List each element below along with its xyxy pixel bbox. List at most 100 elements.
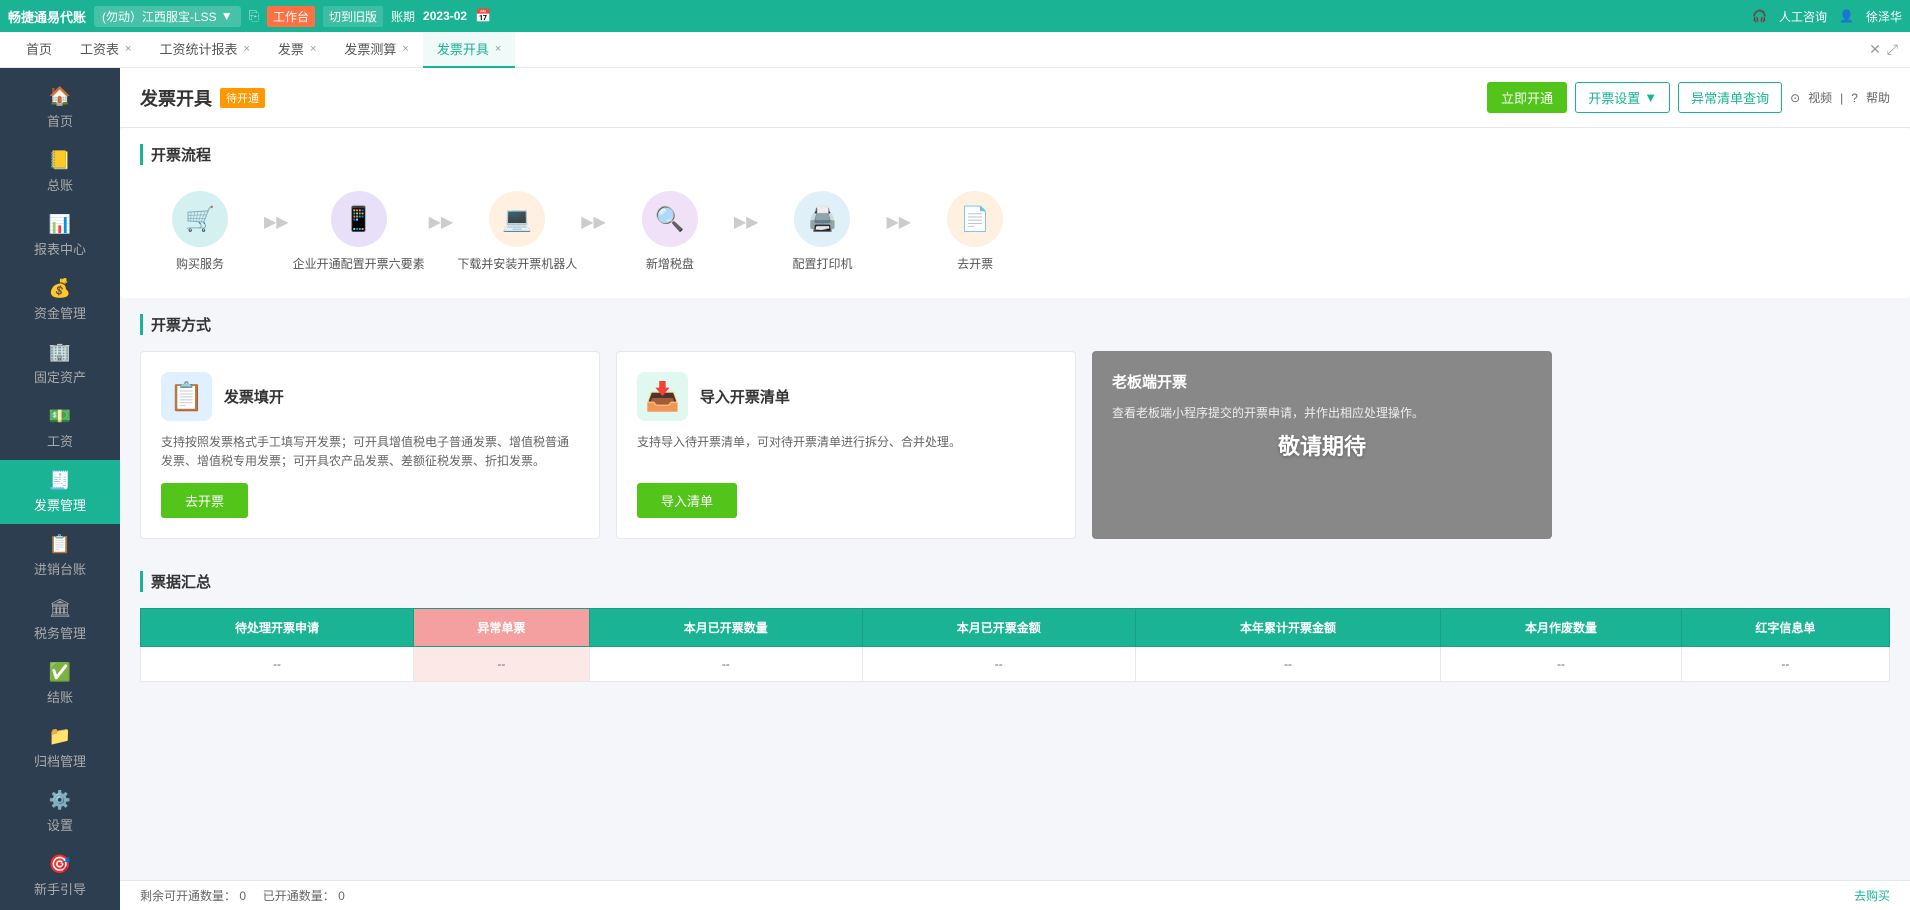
fill-card: 📋 发票填开 支持按照发票格式手工填写开发票；可开具增值税电子普通发票、增值税普…: [140, 351, 600, 539]
tab-invoice-tool[interactable]: 发票开具 ×: [423, 32, 515, 68]
fill-card-desc: 支持按照发票格式手工填写开发票；可开具增值税电子普通发票、增值税普通发票、增值税…: [161, 433, 579, 471]
tab-salary-report-close[interactable]: ×: [243, 43, 249, 55]
process-steps: 🛒 购买服务 ▶▶ 📱 企业开通配置开票六要素 ▶▶ 💻 下载并安装: [140, 181, 1890, 282]
tab-home[interactable]: 首页: [12, 32, 66, 68]
step-download-icon-circle: 💻: [489, 191, 545, 247]
top-bar-left: 畅捷通易代账 (勿动）江西服宝-LSS ▼ ⎘ 工作台 切到旧版 账期 2023…: [8, 6, 491, 27]
col-pending: 待处理开票申请: [141, 609, 414, 647]
step-buy: 🛒 购买服务: [140, 191, 260, 272]
sidebar-item-funds[interactable]: 💰 资金管理: [0, 268, 120, 332]
settlement-icon: ✅: [49, 662, 71, 683]
step-buy-icon-circle: 🛒: [172, 191, 228, 247]
sidebar-item-assets[interactable]: 🏢 固定资产: [0, 332, 120, 396]
summary-section: 票据汇总 待处理开票申请 异常单票 本月已开票数量 本月已开票金额 本年累计开票…: [120, 571, 1910, 706]
step-printer-label: 配置打印机: [792, 255, 852, 272]
tab-salary-close[interactable]: ×: [125, 43, 131, 55]
tab-invoice-tool-close[interactable]: ×: [495, 43, 501, 55]
remaining-label: 剩余可开通数量：: [140, 889, 236, 903]
guide-icon: 🎯: [49, 854, 71, 875]
workstation-button[interactable]: 工作台: [267, 6, 315, 27]
step-add-disk: 🔍 新增税盘: [610, 191, 730, 272]
user-service-label[interactable]: 人工咨询: [1779, 8, 1827, 25]
tab-salary[interactable]: 工资表 ×: [66, 32, 145, 68]
methods-section: 开票方式 📋 发票填开 支持按照发票格式手工填写开发票；可开具增值税电子普通发票…: [120, 298, 1910, 571]
sidebar-guide-label: 新手引导: [34, 879, 86, 898]
help-label[interactable]: 帮助: [1866, 89, 1890, 106]
sidebar-item-ledger[interactable]: 📒 总账: [0, 140, 120, 204]
assets-icon: 🏢: [49, 342, 71, 363]
salary-icon: 💵: [49, 406, 71, 427]
old-portal-desc: 查看老板端小程序提交的开票申请，并作出相应处理操作。: [1112, 404, 1532, 423]
nav-tabs: 首页 工资表 × 工资统计报表 × 发票 × 发票测算 × 发票开具 × ✕ ⤢: [0, 32, 1910, 68]
view-icon: ⊙: [1790, 91, 1800, 105]
tab-salary-label: 工资表: [80, 39, 119, 58]
switch-old-button[interactable]: 切到旧版: [323, 6, 383, 27]
abnormal-list-button[interactable]: 异常清单查询: [1678, 82, 1782, 113]
close-window-icon[interactable]: ✕: [1869, 41, 1881, 58]
sidebar-invoice-mgmt-label: 发票管理: [34, 495, 86, 514]
tab-invoice-tool-label: 发票开具: [437, 39, 489, 58]
step-printer-icon-circle: 🖨️: [794, 191, 850, 247]
step-setup: 📱 企业开通配置开票六要素: [293, 191, 425, 272]
period-value: 2023-02: [423, 9, 467, 23]
sidebar-archive-label: 归档管理: [34, 751, 86, 770]
sidebar-item-settlement[interactable]: ✅ 结账: [0, 652, 120, 716]
calendar-icon[interactable]: 📅: [475, 8, 491, 24]
tab-invoice-close[interactable]: ×: [310, 43, 316, 55]
tab-salary-report[interactable]: 工资统计报表 ×: [145, 32, 263, 68]
import-card-btn[interactable]: 导入清单: [637, 483, 737, 518]
fill-card-title: 发票填开: [224, 386, 284, 407]
company-dropdown-icon[interactable]: ▼: [221, 9, 233, 23]
sidebar-item-settings[interactable]: ⚙️ 设置: [0, 780, 120, 844]
buy-link[interactable]: 去购买: [1854, 887, 1890, 904]
arrow3: ▶▶: [581, 212, 606, 232]
sidebar-item-archive[interactable]: 📁 归档管理: [0, 716, 120, 780]
restore-window-icon[interactable]: ⤢: [1887, 41, 1898, 58]
page-header-actions: 立即开通 开票设置 ▼ 异常清单查询 ⊙ 视频 | ? 帮助: [1487, 82, 1890, 113]
summary-table: 待处理开票申请 异常单票 本月已开票数量 本月已开票金额 本年累计开票金额 本月…: [140, 608, 1890, 682]
tax-icon: 🏛: [49, 598, 72, 619]
step-buy-icon: 🛒: [185, 205, 215, 234]
arrow5: ▶▶: [886, 212, 911, 232]
funds-icon: 💰: [49, 278, 71, 299]
fill-card-btn[interactable]: 去开票: [161, 483, 248, 518]
sidebar-item-reports[interactable]: 📊 报表中心: [0, 204, 120, 268]
opened-label: 已开通数量：: [263, 889, 335, 903]
view-label[interactable]: 视频: [1808, 89, 1832, 106]
content-area: 发票开具 待开通 立即开通 开票设置 ▼ 异常清单查询 ⊙ 视频 | ? 帮助: [120, 68, 1910, 910]
arrow4: ▶▶: [734, 212, 759, 232]
tab-invoice[interactable]: 发票 ×: [264, 32, 330, 68]
step-printer: 🖨️ 配置打印机: [762, 191, 882, 272]
tab-invoice-calc[interactable]: 发票测算 ×: [330, 32, 422, 68]
sidebar-item-tax[interactable]: 🏛 税务管理: [0, 588, 120, 652]
summary-title: 票据汇总: [140, 571, 1890, 592]
val-today-amount: --: [862, 647, 1135, 682]
sidebar-item-home[interactable]: 🏠 首页: [0, 76, 120, 140]
remaining-value: 0: [239, 889, 246, 903]
process-section: 开票流程 🛒 购买服务 ▶▶ 📱 企业开通配置开票六要素 ▶▶: [120, 128, 1910, 298]
page-title: 发票开具: [140, 85, 212, 111]
table-row: -- -- -- -- -- -- --: [141, 647, 1890, 682]
step-add-disk-icon: 🔍: [655, 205, 685, 234]
fill-card-header: 📋 发票填开: [161, 372, 579, 421]
tab-invoice-calc-close[interactable]: ×: [402, 43, 408, 55]
tab-salary-report-label: 工资统计报表: [159, 39, 237, 58]
copy-icon[interactable]: ⎘: [249, 8, 259, 24]
step-setup-label: 企业开通配置开票六要素: [293, 255, 425, 272]
company-selector[interactable]: (勿动）江西服宝-LSS ▼: [94, 6, 241, 27]
import-card-title: 导入开票清单: [700, 386, 790, 407]
sidebar-item-salary[interactable]: 💵 工资: [0, 396, 120, 460]
sidebar: 🏠 首页 📒 总账 📊 报表中心 💰 资金管理 🏢 固定资产 💵 工资 🧾 发票…: [0, 68, 120, 910]
invoice-mgmt-icon: 🧾: [49, 470, 71, 491]
sidebar-item-purchase-sales[interactable]: 📋 进销台账: [0, 524, 120, 588]
sidebar-item-invoice-mgmt[interactable]: 🧾 发票管理: [0, 460, 120, 524]
step-setup-icon: 📱: [344, 205, 374, 234]
company-name: (勿动）江西服宝-LSS: [102, 8, 217, 25]
methods-title: 开票方式: [140, 314, 1890, 335]
sidebar-item-guide[interactable]: 🎯 新手引导: [0, 844, 120, 908]
open-now-button[interactable]: 立即开通: [1487, 82, 1567, 113]
settings-button[interactable]: 开票设置 ▼: [1575, 82, 1670, 113]
step-download-label: 下载并安装开票机器人: [457, 255, 577, 272]
arrow1: ▶▶: [264, 212, 289, 232]
user-name[interactable]: 徐泽华: [1866, 8, 1902, 25]
